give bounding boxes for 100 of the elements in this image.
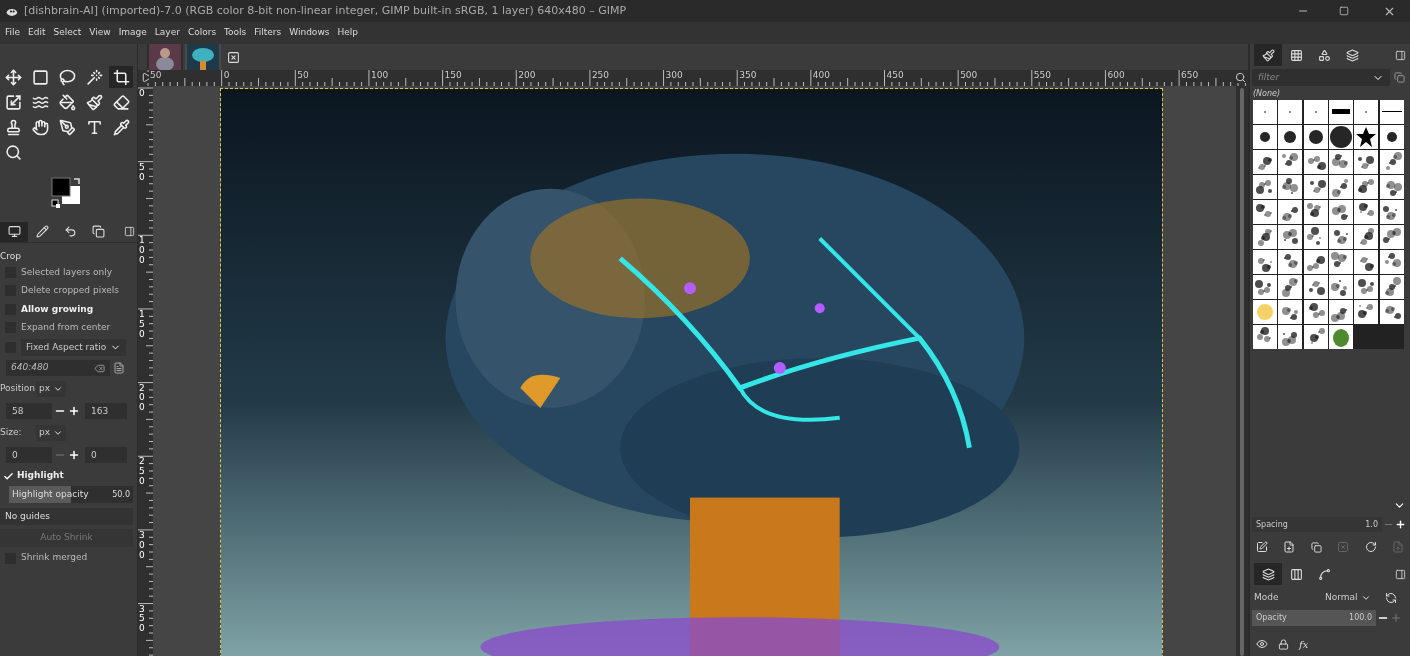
brush-thumbnail[interactable] <box>1303 325 1328 349</box>
brush-thumbnail[interactable] <box>1379 175 1404 199</box>
menu-item[interactable]: Select <box>49 26 86 40</box>
number-field[interactable]: 58 <box>6 403 52 419</box>
brush-thumbnail[interactable] <box>1303 250 1328 274</box>
number-field[interactable]: 0 <box>85 447 127 463</box>
brush-thumbnail[interactable] <box>1253 300 1277 324</box>
filter-input[interactable]: filter <box>1258 70 1358 85</box>
panel-menu-icon[interactable] <box>1395 568 1406 580</box>
brush-thumbnail[interactable] <box>1329 150 1353 174</box>
brush-thumbnail[interactable] <box>1379 125 1404 149</box>
increment-icon[interactable] <box>68 449 80 461</box>
number-field[interactable]: 0 <box>6 447 52 463</box>
brush-thumbnail[interactable] <box>1379 250 1404 274</box>
panel-menu-icon[interactable] <box>124 226 135 237</box>
brush-thumbnail[interactable] <box>1303 100 1328 124</box>
brush-thumbnail[interactable] <box>1329 125 1353 149</box>
brush-thumbnail[interactable] <box>1354 150 1379 174</box>
brush-thumbnail[interactable] <box>1278 300 1303 324</box>
brush-thumbnail[interactable] <box>1379 300 1404 324</box>
dock-tab[interactable] <box>1254 563 1282 585</box>
brush-thumbnail[interactable] <box>1354 200 1379 224</box>
brush-thumbnail[interactable] <box>1354 300 1379 324</box>
brush-thumbnail[interactable] <box>1303 225 1328 249</box>
brush-thumbnail[interactable] <box>1329 300 1353 324</box>
effects-button[interactable]: fx <box>1299 636 1309 652</box>
brush-thumbnail[interactable] <box>1253 175 1277 199</box>
brush-thumbnail[interactable] <box>1278 325 1303 349</box>
brush-thumbnail[interactable] <box>1329 325 1353 349</box>
tool-button[interactable] <box>109 66 133 88</box>
unit-dropdown[interactable]: px <box>36 381 67 397</box>
brush-thumbnail[interactable] <box>1253 275 1277 299</box>
brush-thumbnail[interactable] <box>1253 200 1277 224</box>
brush-thumbnail[interactable] <box>1354 100 1379 124</box>
brush-thumbnail[interactable] <box>1278 175 1303 199</box>
image-tab[interactable] <box>147 44 183 70</box>
brush-thumbnail[interactable] <box>1278 125 1303 149</box>
brush-thumbnail[interactable] <box>1354 175 1379 199</box>
menu-item[interactable]: Image <box>114 26 151 40</box>
brush-thumbnail[interactable] <box>1278 275 1303 299</box>
brush-thumbnail[interactable] <box>1329 200 1353 224</box>
brush-thumbnail[interactable] <box>1329 250 1353 274</box>
scrollbar[interactable] <box>1236 86 1248 656</box>
menu-item[interactable]: Colors <box>183 26 221 40</box>
brush-thumbnail[interactable] <box>1379 150 1404 174</box>
brush-thumbnail[interactable] <box>1354 250 1379 274</box>
menu-item[interactable]: Filters <box>250 26 286 40</box>
brush-thumbnail[interactable] <box>1278 250 1303 274</box>
brush-thumbnail[interactable] <box>1303 200 1328 224</box>
brush-thumbnail[interactable] <box>1379 275 1404 299</box>
brush-thumbnail[interactable] <box>1379 225 1404 249</box>
menu-item[interactable]: Windows <box>285 26 334 40</box>
spacing-field[interactable]: Spacing 1.0 <box>1252 517 1382 532</box>
brush-thumbnail[interactable] <box>1253 100 1277 124</box>
brush-thumbnail[interactable] <box>1354 125 1379 149</box>
brush-thumbnail[interactable] <box>1329 275 1353 299</box>
menu-item[interactable]: File <box>1 26 25 40</box>
dock-tab[interactable] <box>1254 44 1282 66</box>
new-brush-icon[interactable] <box>1283 541 1296 553</box>
brush-thumbnail[interactable] <box>1379 100 1404 124</box>
checkbox[interactable] <box>3 470 14 482</box>
brush-thumbnail[interactable] <box>1303 125 1328 149</box>
document-icon[interactable] <box>113 362 125 374</box>
brush-thumbnail[interactable] <box>1379 200 1404 224</box>
mode-dropdown[interactable]: Normal <box>1325 590 1382 605</box>
opacity-slider[interactable]: Highlight opacity 50.0 <box>9 486 133 503</box>
brush-thumbnail[interactable] <box>1253 150 1277 174</box>
view-icon[interactable] <box>1394 72 1405 83</box>
image-tab[interactable] <box>185 44 221 70</box>
unit-dropdown[interactable]: px <box>36 425 67 441</box>
menu-item[interactable]: Edit <box>24 26 50 40</box>
brush-thumbnail[interactable] <box>1253 125 1277 149</box>
brush-thumbnail[interactable] <box>1253 225 1277 249</box>
increment-icon[interactable] <box>68 405 80 417</box>
menu-item[interactable]: View <box>85 26 115 40</box>
guides-dropdown[interactable]: No guides <box>0 508 133 525</box>
duplicate-icon[interactable] <box>1310 541 1322 553</box>
brush-thumbnail[interactable] <box>1303 275 1328 299</box>
number-field[interactable]: 163 <box>85 403 127 419</box>
brush-thumbnail[interactable] <box>1329 175 1353 199</box>
aspect-dropdown[interactable]: Fixed Aspect ratio <box>21 339 127 356</box>
composite-icon[interactable] <box>1385 591 1397 604</box>
maximize-icon[interactable] <box>1339 6 1349 16</box>
brush-thumbnail[interactable] <box>1329 100 1353 124</box>
menu-item[interactable]: Layer <box>150 26 184 40</box>
brush-thumbnail[interactable] <box>1303 300 1328 324</box>
zoom-icon[interactable] <box>1235 72 1246 83</box>
brush-thumbnail[interactable] <box>1303 150 1328 174</box>
brush-thumbnail[interactable] <box>1278 150 1303 174</box>
panel-menu-icon[interactable] <box>1395 49 1406 61</box>
menu-item[interactable]: Tools <box>220 26 251 40</box>
close-image-icon[interactable] <box>227 50 240 64</box>
aspect-field[interactable]: 640:480 <box>6 360 110 376</box>
filter-dropdown[interactable]: filter <box>1252 69 1390 86</box>
brush-thumbnail[interactable] <box>1278 100 1303 124</box>
edit-icon[interactable] <box>1256 541 1268 553</box>
lock-icon[interactable] <box>1278 638 1289 650</box>
clear-icon[interactable] <box>94 362 105 374</box>
brush-thumbnail[interactable] <box>1329 225 1353 249</box>
brush-thumbnail[interactable] <box>1253 325 1277 349</box>
